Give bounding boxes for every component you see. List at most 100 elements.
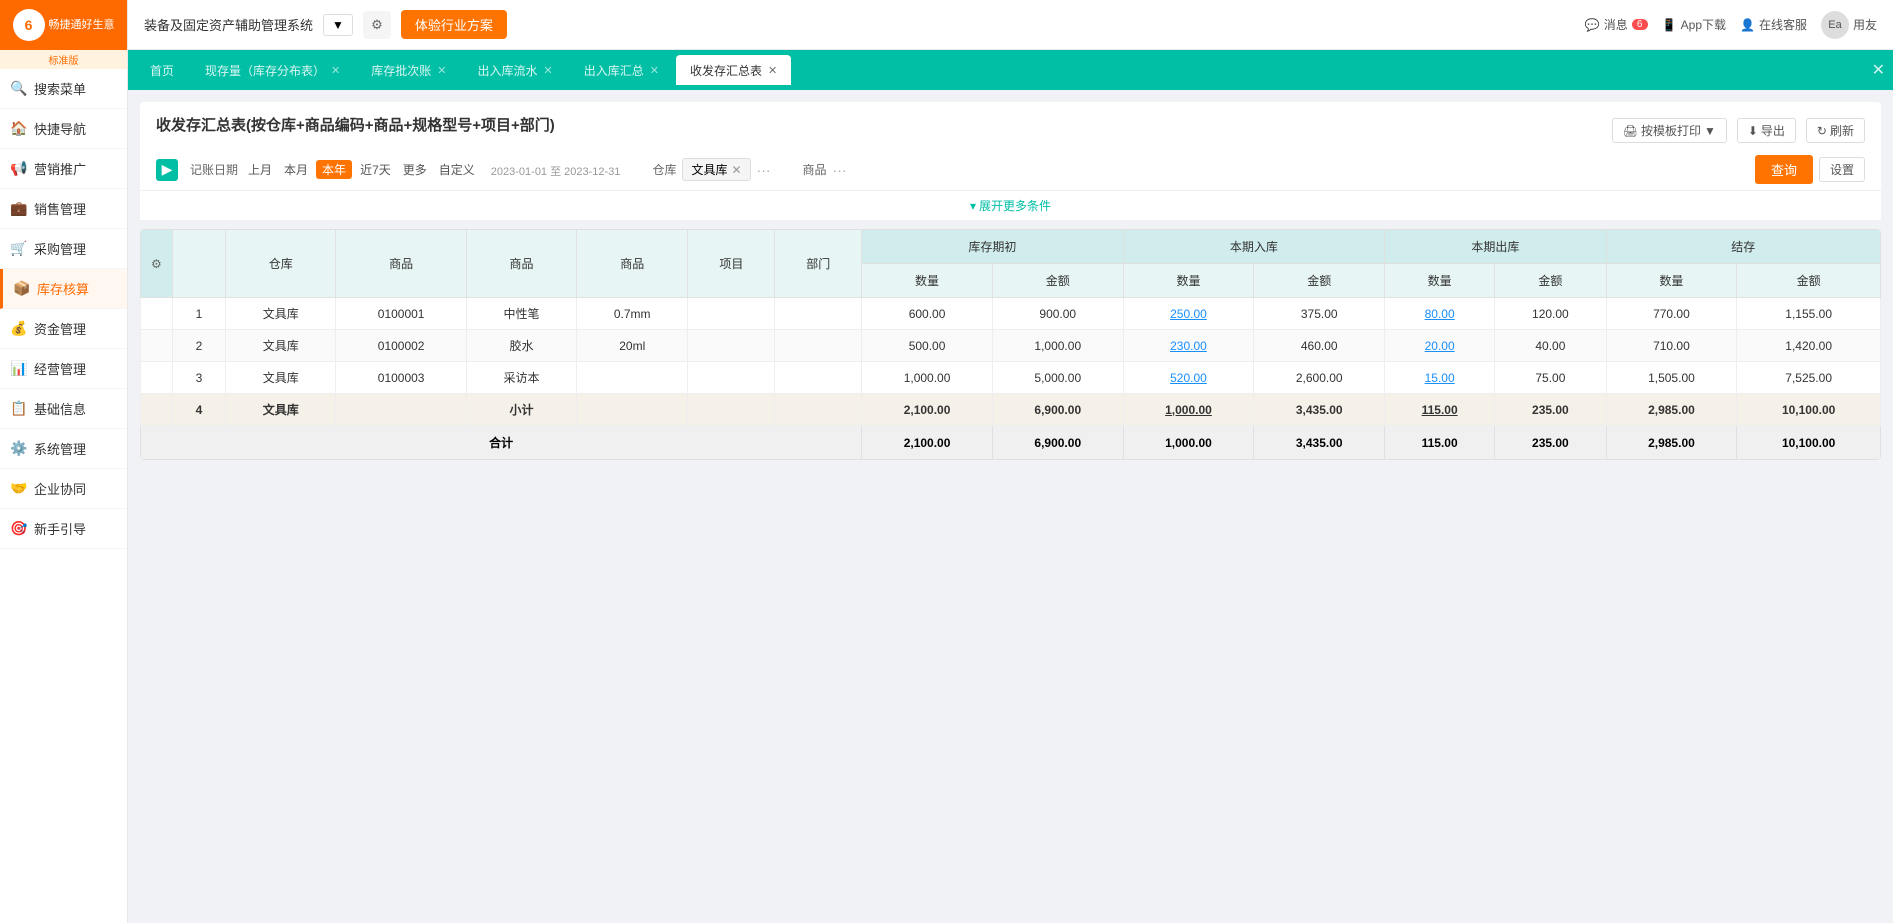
sidebar-item-purchase[interactable]: 🛒采购管理 (0, 229, 127, 269)
date-btn-7days[interactable]: 近7天 (356, 160, 395, 179)
col-end-qty: 数量 (1606, 264, 1737, 298)
in-qty-link[interactable]: 250.00 (1123, 298, 1254, 330)
tab-4[interactable]: 出入库汇总 ✕ (570, 55, 673, 85)
message-item[interactable]: 💬 消息 6 (1585, 16, 1648, 33)
finance-icon: 💰 (10, 320, 28, 338)
sidebar-item-search[interactable]: 🔍搜索菜单 (0, 69, 127, 109)
sidebar-item-inventory[interactable]: 📦库存核算 (0, 269, 127, 309)
app-download-item[interactable]: 📱 App下载 (1662, 16, 1726, 33)
footer-label: 合计 (141, 426, 862, 460)
try-industry-button[interactable]: 体验行业方案 (401, 10, 507, 39)
in-qty-link[interactable]: 520.00 (1123, 362, 1254, 394)
sales-icon: 💼 (10, 200, 28, 218)
refresh-icon: ↻ (1817, 124, 1827, 138)
row-gear (141, 330, 173, 362)
date-btn-more[interactable]: 更多 (399, 160, 431, 179)
footer-in-qty: 1,000.00 (1123, 426, 1254, 460)
footer-in-amt: 3,435.00 (1254, 426, 1385, 460)
date-btn-this-month[interactable]: 本月 (280, 160, 312, 179)
column-code: 商品 (336, 230, 467, 298)
col-open-qty: 数量 (862, 264, 993, 298)
tab-2[interactable]: 库存批次账✕ (357, 55, 460, 85)
column-gear[interactable]: ⚙ (141, 230, 173, 298)
sidebar-item-guide[interactable]: 🎯 新手引导 (0, 509, 127, 549)
settings-icon[interactable]: ⚙ (363, 11, 391, 39)
warehouse-tag-close-icon[interactable]: ✕ (731, 163, 741, 177)
goods-more-icon[interactable]: ··· (833, 162, 847, 178)
filter-toggle-button[interactable]: ▶ (156, 159, 178, 181)
row-no: 3 (172, 362, 225, 394)
row-in-amt: 2,600.00 (1254, 362, 1385, 394)
out-qty-link[interactable]: 15.00 (1385, 362, 1495, 394)
tab-close-1-icon[interactable]: ✕ (331, 64, 340, 77)
sidebar-item-collab[interactable]: 🤝企业协同 (0, 469, 127, 509)
out-qty-link[interactable]: 20.00 (1385, 330, 1495, 362)
print-template-button[interactable]: 🖨 按模板打印 ▼ (1612, 118, 1727, 143)
sidebar-item-label: 搜索菜单 (34, 79, 86, 98)
online-service-label: 在线客服 (1759, 16, 1807, 33)
col-in-qty: 数量 (1123, 264, 1254, 298)
tab-5[interactable]: 收发存汇总表✕ (676, 55, 791, 85)
date-btn-last-month[interactable]: 上月 (244, 160, 276, 179)
row-gear (141, 394, 173, 426)
group-in: 本期入库 (1123, 230, 1384, 264)
page-title: 收发存汇总表(按仓库+商品编码+商品+规格型号+项目+部门) (156, 114, 555, 135)
row-end-amt: 10,100.00 (1737, 394, 1881, 426)
expand-more-button[interactable]: ▾ 展开更多条件 (970, 197, 1051, 214)
system-title: 装备及固定资产辅助管理系统 (144, 15, 313, 34)
message-icon: 💬 (1585, 18, 1600, 32)
row-spec (577, 362, 688, 394)
date-btn-custom[interactable]: 自定义 (435, 160, 479, 179)
col-in-amt: 金额 (1254, 264, 1385, 298)
sidebar-item-system[interactable]: ⚙️系统管理 (0, 429, 127, 469)
group-end: 结存 (1606, 230, 1880, 264)
column-dept: 部门 (775, 230, 862, 298)
refresh-button[interactable]: ↻ 刷新 (1806, 118, 1865, 143)
tab-close-3-icon[interactable]: ✕ (544, 64, 553, 77)
warehouse-tag[interactable]: 文具库 ✕ (682, 158, 750, 181)
sidebar-item-finance[interactable]: 💰资金管理 (0, 309, 127, 349)
query-button[interactable]: 查询 (1755, 155, 1813, 184)
tab-close-4-icon[interactable]: ✕ (650, 64, 659, 77)
tab-close-2-icon[interactable]: ✕ (437, 64, 446, 77)
phone-icon: 📱 (1662, 18, 1677, 32)
topbar-select[interactable]: ▼ (323, 14, 353, 36)
online-service-item[interactable]: 👤 在线客服 (1740, 16, 1807, 33)
row-spec: 0.7mm (577, 298, 688, 330)
row-no: 4 (172, 394, 225, 426)
row-name: 中性笔 (466, 298, 576, 330)
tab-close-5-icon[interactable]: ✕ (768, 64, 777, 77)
footer-end-amt: 10,100.00 (1737, 426, 1881, 460)
row-end-qty: 2,985.00 (1606, 394, 1737, 426)
sidebar-item-marketing[interactable]: 📢营销推广 (0, 149, 127, 189)
sidebar-item-label: 快捷导航 (34, 119, 86, 138)
row-open-amt: 5,000.00 (992, 362, 1123, 394)
goods-filter-section: 商品 ··· (803, 161, 847, 178)
export-button[interactable]: ⬇ 导出 (1737, 118, 1796, 143)
row-project (688, 330, 775, 362)
settings-button[interactable]: 设置 (1819, 157, 1865, 182)
sidebar-item-quick[interactable]: 🏠快捷导航 (0, 109, 127, 149)
date-btn-this-year[interactable]: 本年 (316, 160, 352, 179)
date-options: 上月 本月 本年 近7天 更多 自定义 (244, 160, 479, 179)
warehouse-filter-section: 仓库 文具库 ✕ ··· (652, 158, 770, 181)
sidebar-item-basic[interactable]: 📋基础信息 (0, 389, 127, 429)
row-out-amt: 75.00 (1495, 362, 1606, 394)
warehouse-more-icon[interactable]: ··· (757, 162, 771, 178)
tab-3[interactable]: 出入库流水✕ (463, 55, 566, 85)
in-qty-link[interactable]: 230.00 (1123, 330, 1254, 362)
row-dept (775, 298, 862, 330)
row-open-amt: 900.00 (992, 298, 1123, 330)
out-qty-link[interactable]: 80.00 (1385, 298, 1495, 330)
sidebar-item-operation[interactable]: 📊经营管理 (0, 349, 127, 389)
tab-1[interactable]: 现存量（库存分布表）✕ (191, 55, 354, 85)
sidebar-item-sales[interactable]: 💼销售管理 (0, 189, 127, 229)
user-item[interactable]: Ea 用友 (1821, 11, 1877, 39)
main-area: 装备及固定资产辅助管理系统 ▼ ⚙ 体验行业方案 💬 消息 6 📱 App下载 … (128, 0, 1893, 923)
tab-0[interactable]: 首页 (136, 55, 188, 85)
sidebar-item-label: 新手引导 (34, 519, 86, 538)
guide-icon: 🎯 (10, 520, 28, 538)
footer-out-amt: 235.00 (1495, 426, 1606, 460)
close-all-tabs-icon[interactable]: ✕ (1872, 60, 1885, 80)
tab-label-4: 出入库汇总 (584, 62, 644, 79)
